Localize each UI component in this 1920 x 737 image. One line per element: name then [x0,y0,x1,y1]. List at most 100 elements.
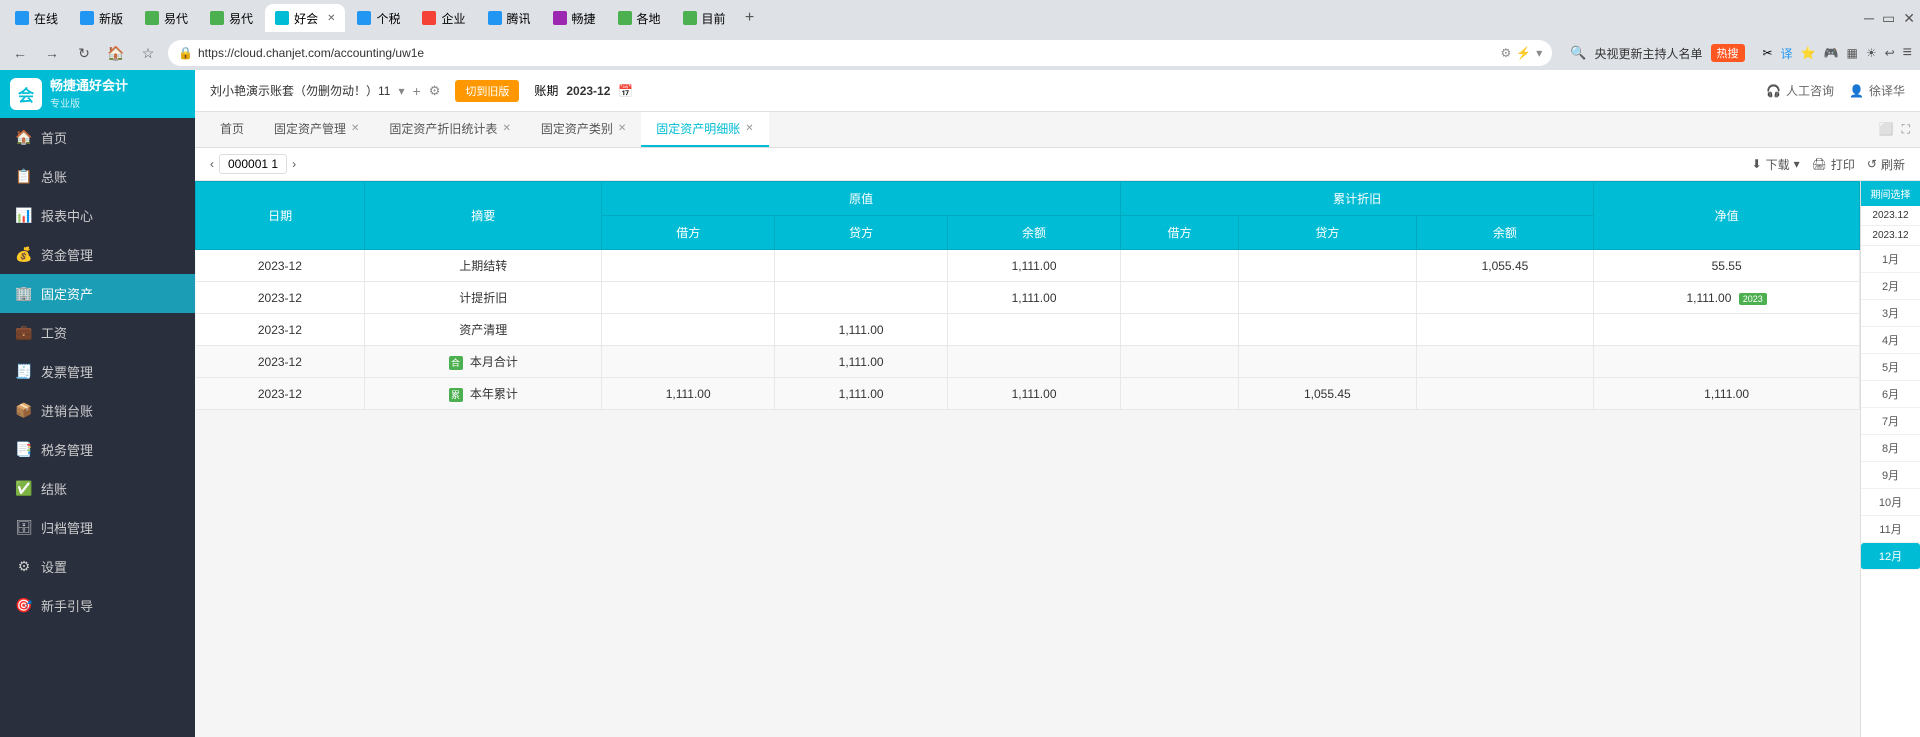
browser-tab-8[interactable]: 腾讯 [478,4,541,32]
url-settings-icon[interactable]: ⚙ [1501,46,1512,60]
grid-icon[interactable]: ▦ [1846,46,1857,60]
tab-close-depreciation-stats[interactable]: ✕ [502,123,510,134]
collapse-icon[interactable]: ⬜ [1879,122,1894,137]
period-label: 账期 [534,82,558,99]
tab-asset-detail-ledger[interactable]: 固定资产明细账 ✕ [641,112,768,147]
brightness-icon[interactable]: ☀ [1866,46,1877,60]
period-month-4[interactable]: 4月 [1861,327,1920,354]
period-month-2[interactable]: 2月 [1861,273,1920,300]
period-month-11[interactable]: 11月 [1861,516,1920,543]
tab-home-label: 首页 [220,120,244,137]
refresh-icon: ↺ [1867,157,1877,171]
download-dropdown-icon[interactable]: ▾ [1794,157,1800,171]
row2-date: 2023-12 [196,282,365,314]
sidebar-item-funds[interactable]: 💰 资金管理 [0,235,195,274]
period-month-7[interactable]: 7月 [1861,408,1920,435]
tab-close-fixed-asset-mgmt[interactable]: ✕ [351,123,359,134]
add-account-button[interactable]: + [413,83,421,99]
tab-home[interactable]: 首页 [205,112,259,147]
sidebar-item-fixed-assets[interactable]: 🏢 固定资产 [0,274,195,313]
period-month-9[interactable]: 9月 [1861,462,1920,489]
page-number[interactable]: 000001 1 [219,154,287,174]
window-close-icon[interactable]: ✕ [1903,10,1915,27]
sidebar-label-archive: 归档管理 [41,518,93,537]
browser-tab-2[interactable]: 新版 [70,4,133,32]
undo-icon[interactable]: ↩ [1885,46,1895,60]
sidebar-item-settings[interactable]: ⚙ 设置 [0,547,195,586]
back-button[interactable]: ← [8,41,32,65]
dropdown-icon[interactable]: ▾ [398,84,404,98]
sidebar-item-inventory[interactable]: 📦 进销台账 [0,391,195,430]
period-month-6[interactable]: 6月 [1861,381,1920,408]
forward-button[interactable]: → [40,41,64,65]
home-browser-button[interactable]: 🏠 [104,41,128,65]
url-dropdown-icon[interactable]: ▾ [1536,46,1542,60]
expand-icon[interactable]: ⛶ [1902,122,1910,137]
period-month-8[interactable]: 8月 [1861,435,1920,462]
sidebar-item-tax[interactable]: 📑 税务管理 [0,430,195,469]
url-lightning-icon[interactable]: ⚡ [1516,46,1531,60]
row4-orig-debit [602,346,775,378]
new-tab-button[interactable]: + [738,6,762,30]
tab-asset-category[interactable]: 固定资产类别 ✕ [526,112,641,147]
customer-service[interactable]: 🎧 人工咨询 [1766,82,1834,99]
period-month-1[interactable]: 1月 [1861,246,1920,273]
tab-asset-detail-ledger-label: 固定资产明细账 [656,120,740,137]
table-row: 2023-12 计提折旧 1,111.00 1,111.00 [196,282,1860,314]
tab-close-asset-category[interactable]: ✕ [618,123,626,134]
gamepad-icon[interactable]: 🎮 [1824,46,1839,60]
browser-tab-1[interactable]: 在线 [5,4,68,32]
sidebar-item-home[interactable]: 🏠 首页 [0,118,195,157]
star-icon[interactable]: ⭐ [1801,46,1816,60]
sidebar-item-archive[interactable]: 🗄 归档管理 [0,508,195,547]
download-button[interactable]: ⬇ 下载 ▾ [1752,156,1800,173]
menu-icon[interactable]: ≡ [1903,44,1912,62]
sidebar-label-reports: 报表中心 [41,206,93,225]
sidebar-item-guide[interactable]: 🎯 新手引导 [0,586,195,625]
period-month-3[interactable]: 3月 [1861,300,1920,327]
browser-tab-4[interactable]: 易代 [200,4,263,32]
print-button[interactable]: 🖨 打印 [1812,156,1855,173]
next-page-button[interactable]: › [292,157,296,171]
browser-tab-10[interactable]: 各地 [608,4,671,32]
sidebar-item-reports[interactable]: 📊 报表中心 [0,196,195,235]
refresh-button[interactable]: ↺ 刷新 [1867,156,1905,173]
sidebar-item-closing[interactable]: ✅ 结账 [0,469,195,508]
browser-tab-7[interactable]: 企业 [412,4,475,32]
user-profile[interactable]: 👤 徐译华 [1849,82,1905,99]
period-month-5[interactable]: 5月 [1861,354,1920,381]
tab-depreciation-stats[interactable]: 固定资产折旧统计表 ✕ [374,112,525,147]
row3-orig-debit [602,314,775,346]
tab-close-icon[interactable]: ✕ [327,13,335,24]
tab-close-asset-detail-ledger[interactable]: ✕ [745,123,753,134]
sidebar-item-payroll[interactable]: 💼 工资 [0,313,195,352]
browser-tab-6[interactable]: 个税 [347,4,410,32]
period-month-10[interactable]: 10月 [1861,489,1920,516]
tab-fixed-asset-mgmt[interactable]: 固定资产管理 ✕ [259,112,374,147]
row4-dep-credit [1239,346,1417,378]
row2-summary: 计提折旧 [365,282,602,314]
settings-account-icon[interactable]: ⚙ [429,83,441,99]
url-input[interactable]: 🔒 https://cloud.chanjet.com/accounting/u… [168,40,1552,66]
sidebar-label-fixed-assets: 固定资产 [41,284,93,303]
browser-tab-5[interactable]: 好会 ✕ [265,4,345,32]
year-tag: 2023 [1739,293,1767,305]
translate-icon[interactable]: 译 [1781,45,1793,62]
hot-search-badge[interactable]: 热搜 [1711,44,1745,62]
bookmark-button[interactable]: ☆ [136,41,160,65]
calendar-icon[interactable]: 📅 [618,84,633,98]
window-minimize-icon[interactable]: ─ [1864,10,1874,26]
period-start-date[interactable]: 2023.12 [1861,206,1920,226]
prev-page-button[interactable]: ‹ [210,157,214,171]
scissors-icon[interactable]: ✂ [1763,46,1773,60]
period-end-date[interactable]: 2023.12 [1861,226,1920,246]
sidebar-item-invoice[interactable]: 🧾 发票管理 [0,352,195,391]
switch-version-button[interactable]: 切到旧版 [455,80,519,102]
refresh-browser-button[interactable]: ↻ [72,41,96,65]
period-month-12[interactable]: 12月 [1861,543,1920,570]
browser-tab-11[interactable]: 目前 [673,4,736,32]
window-restore-icon[interactable]: ▭ [1882,10,1895,27]
browser-tab-9[interactable]: 畅捷 [543,4,606,32]
sidebar-item-ledger[interactable]: 📋 总账 [0,157,195,196]
browser-tab-3[interactable]: 易代 [135,4,198,32]
